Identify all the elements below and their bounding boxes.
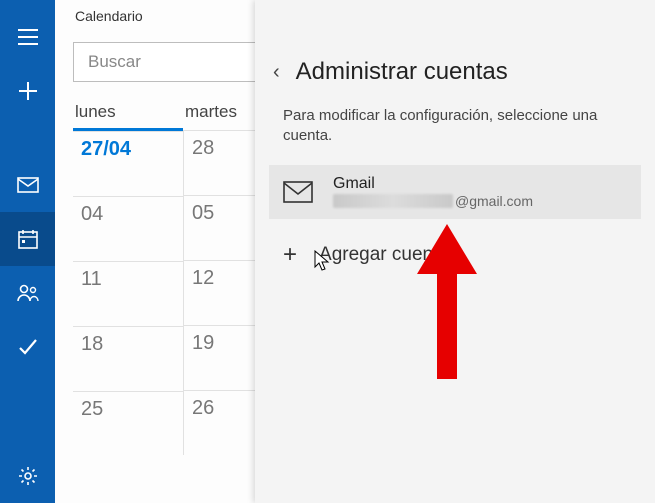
app-window: Calendario Buscar lunes 27/04 04 11 18 2… bbox=[0, 0, 655, 503]
redacted-email-prefix bbox=[333, 194, 453, 208]
envelope-icon bbox=[283, 181, 313, 203]
calendar-cell[interactable]: 18 bbox=[73, 326, 183, 391]
add-account-label: Agregar cuenta bbox=[319, 244, 449, 266]
calendar-cell[interactable]: 25 bbox=[73, 391, 183, 456]
hamburger-menu-icon[interactable] bbox=[0, 10, 55, 64]
account-name: Gmail bbox=[333, 175, 533, 193]
back-chevron-icon[interactable]: ‹ bbox=[273, 61, 296, 84]
sidebar bbox=[0, 0, 55, 503]
add-account-button[interactable]: + Agregar cuenta bbox=[255, 225, 655, 285]
panel-title: Administrar cuentas bbox=[296, 58, 508, 86]
settings-gear-icon[interactable] bbox=[0, 449, 55, 503]
search-placeholder: Buscar bbox=[88, 52, 141, 72]
calendar-cell[interactable]: 11 bbox=[73, 261, 183, 326]
account-email: @gmail.com bbox=[333, 193, 533, 209]
calendar-cell[interactable]: 27/04 bbox=[73, 131, 183, 196]
calendar-cell[interactable]: 04 bbox=[73, 196, 183, 261]
mail-icon[interactable] bbox=[0, 158, 55, 212]
people-icon[interactable] bbox=[0, 266, 55, 320]
manage-accounts-panel: ‹ Administrar cuentas Para modificar la … bbox=[255, 0, 655, 503]
account-item-gmail[interactable]: Gmail @gmail.com bbox=[269, 165, 641, 219]
calendar-icon[interactable] bbox=[0, 212, 55, 266]
plus-icon: + bbox=[283, 241, 319, 269]
panel-description: Para modificar la configuración, selecci… bbox=[255, 106, 655, 165]
day-header-mon: lunes bbox=[73, 96, 183, 131]
todo-check-icon[interactable] bbox=[0, 320, 55, 374]
add-event-button[interactable] bbox=[0, 64, 55, 118]
